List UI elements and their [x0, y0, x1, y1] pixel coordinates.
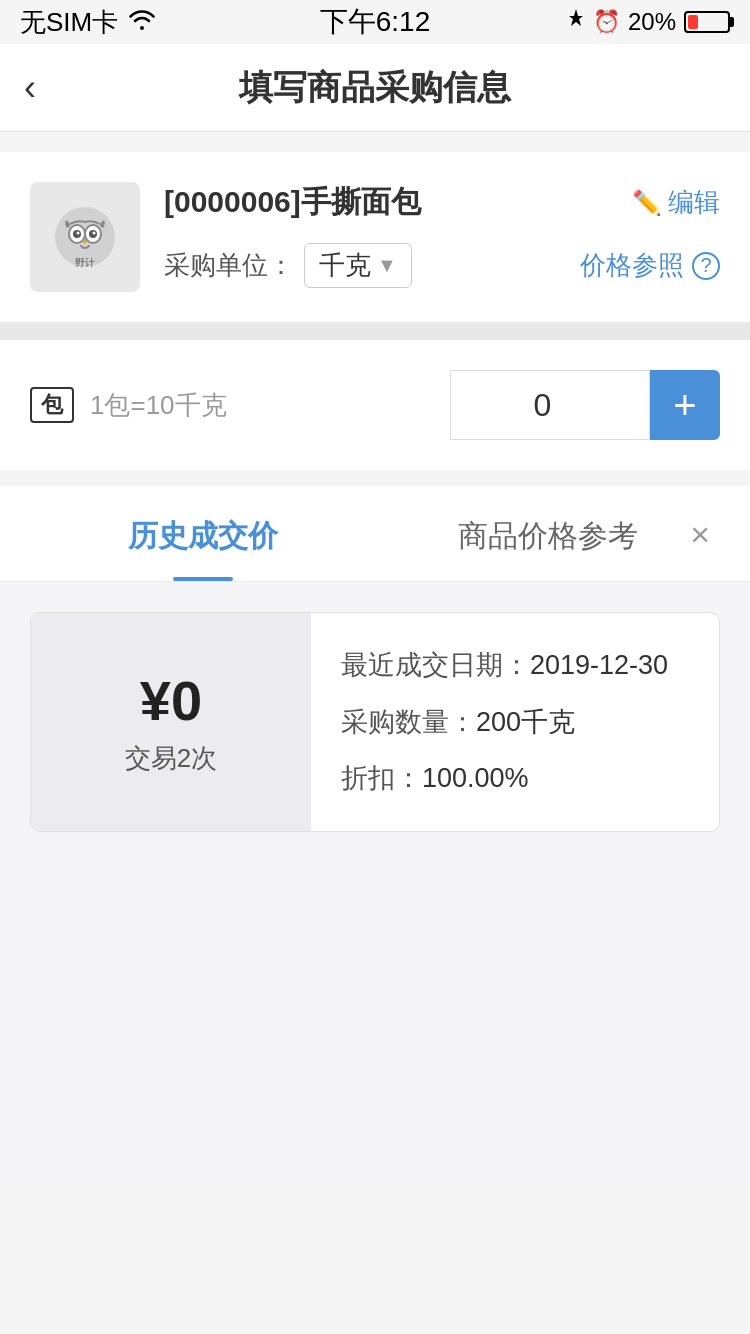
trade-card-right: 最近成交日期：2019-12-30 采购数量：200千克 折扣：100.00% [311, 613, 719, 831]
alarm-icon: ⏰ [593, 9, 620, 35]
tab-history-price[interactable]: 历史成交价 [30, 486, 375, 581]
wifi-icon [128, 6, 156, 38]
quantity-input-group: + [450, 370, 720, 440]
unit-box-icon: 包 [30, 387, 74, 423]
trade-card: ¥0 交易2次 最近成交日期：2019-12-30 采购数量：200千克 折扣：… [30, 612, 720, 832]
tab-price-reference[interactable]: 商品价格参考 [375, 486, 720, 581]
edit-icon: ✏️ [632, 189, 662, 217]
svg-point-6 [93, 232, 96, 235]
product-full-name: [0000006]手撕面包 [164, 182, 421, 223]
status-time: 下午6:12 [320, 3, 431, 41]
trade-card-left: ¥0 交易2次 [31, 613, 311, 831]
dropdown-icon: ▼ [377, 254, 397, 277]
tab-header: 历史成交价 商品价格参考 × [0, 486, 750, 582]
page-title: 填写商品采购信息 [239, 65, 511, 111]
quantity-row: 包 1包=10千克 + [0, 340, 750, 470]
quantity-input[interactable] [450, 370, 650, 440]
quantity-plus-button[interactable]: + [650, 370, 720, 440]
product-image: 野计 [30, 182, 140, 292]
help-icon: ? [692, 252, 720, 280]
status-right-group: ⏰ 20% [567, 8, 730, 36]
back-button[interactable]: ‹ [24, 67, 36, 109]
discount-row: 折扣：100.00% [341, 758, 689, 799]
unit-label: 采购单位： 千克 ▼ [164, 243, 412, 288]
product-info: [0000006]手撕面包 ✏️ 编辑 采购单位： 千克 ▼ 价格参照 ? [164, 182, 720, 288]
section-divider [0, 322, 750, 340]
trade-count: 交易2次 [125, 741, 217, 776]
trade-price: ¥0 [140, 668, 202, 733]
nav-bar: ‹ 填写商品采购信息 [0, 44, 750, 132]
unit-select[interactable]: 千克 ▼ [304, 243, 412, 288]
purchase-qty-row: 采购数量：200千克 [341, 702, 689, 743]
status-bar: 无SIM卡 下午6:12 ⏰ 20% [0, 0, 750, 44]
tab-section: 历史成交价 商品价格参考 × ¥0 交易2次 最近成交日期：2019-12-30… [0, 486, 750, 1182]
trade-card-area: ¥0 交易2次 最近成交日期：2019-12-30 采购数量：200千克 折扣：… [0, 582, 750, 1182]
status-network: 无SIM卡 [20, 5, 156, 40]
unit-conversion: 1包=10千克 [90, 388, 227, 423]
edit-button[interactable]: ✏️ 编辑 [632, 185, 720, 220]
close-button[interactable]: × [680, 504, 720, 563]
recent-date-row: 最近成交日期：2019-12-30 [341, 645, 689, 686]
no-sim-label: 无SIM卡 [20, 5, 118, 40]
gps-icon [567, 8, 585, 36]
quantity-unit-info: 包 1包=10千克 [30, 387, 227, 423]
price-ref-button[interactable]: 价格参照 ? [580, 248, 720, 283]
svg-text:野计: 野计 [75, 257, 95, 268]
battery-icon [684, 11, 730, 33]
product-card: 野计 [0000006]手撕面包 ✏️ 编辑 采购单位： 千克 ▼ [0, 152, 750, 322]
battery-percent: 20% [628, 8, 676, 36]
svg-point-5 [77, 232, 80, 235]
